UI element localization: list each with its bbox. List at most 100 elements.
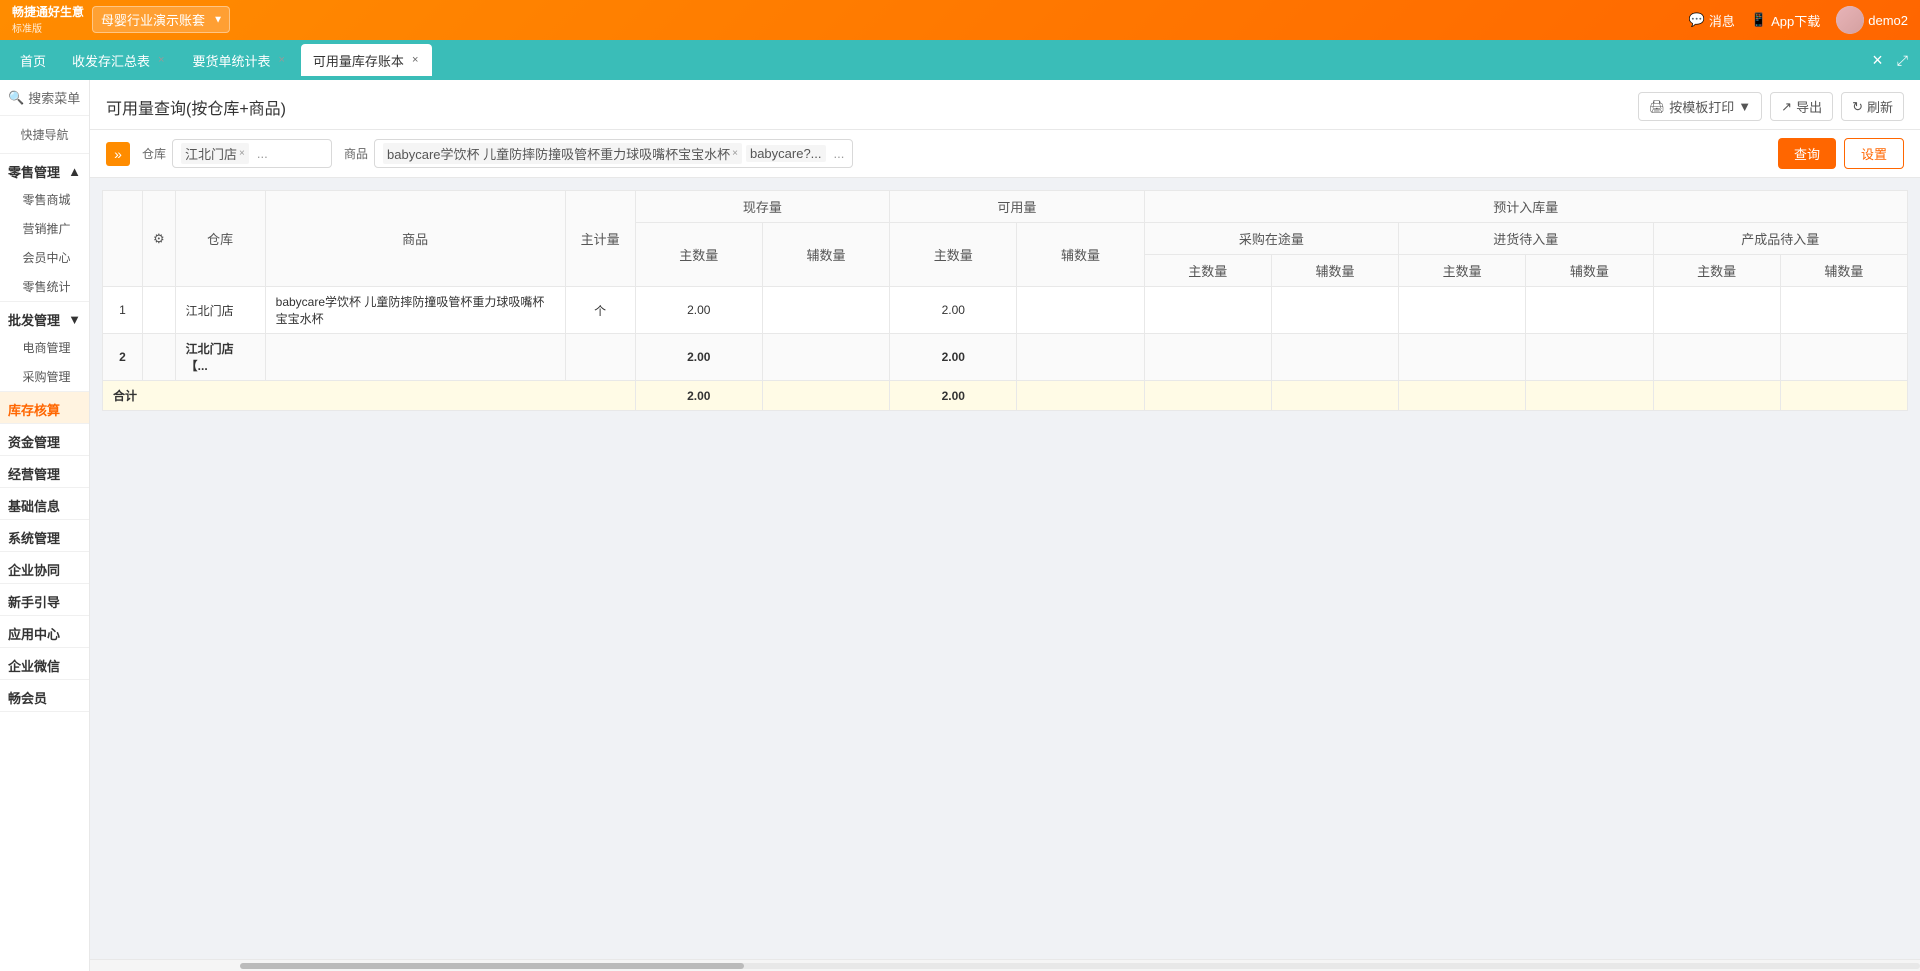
product-tag-value1: babycare学饮杯 儿童防摔防撞吸管杯重力球吸嘴杯宝宝水杯: [387, 144, 730, 163]
sidebar-section-wechat-header[interactable]: 企业微信: [0, 648, 89, 679]
tab-receipts-label: 收发存汇总表: [72, 51, 150, 70]
sidebar-section-enterprise-label: 企业协同: [8, 560, 60, 579]
warehouse-filter-input[interactable]: 江北门店 × ...: [172, 139, 332, 168]
sidebar-item-purchase[interactable]: 采购管理: [0, 362, 89, 391]
top-bar-right: 💬 消息 📱 App下载 demo2: [1689, 6, 1908, 34]
avatar-image: [1836, 6, 1864, 34]
th-stock-main: 主数量: [635, 223, 762, 287]
sidebar-section-wechat-label: 企业微信: [8, 656, 60, 675]
sidebar-item-retail-mall[interactable]: 零售商城: [0, 185, 89, 214]
sidebar-section-wholesale-header[interactable]: 批发管理 ▼: [0, 302, 89, 333]
scroll-track: [240, 963, 1920, 969]
sidebar-section-operations-header[interactable]: 经营管理: [0, 456, 89, 487]
tab-receipts-close[interactable]: ×: [156, 54, 166, 66]
tab-home[interactable]: 首页: [8, 44, 58, 76]
sidebar-search-label: 搜索菜单: [28, 88, 80, 107]
sidebar-section-newbie: 新手引导: [0, 584, 89, 616]
warehouse-filter-tag: 江北门店 ×: [181, 143, 249, 164]
sidebar-item-members[interactable]: 会员中心: [0, 243, 89, 272]
product-filter-dots[interactable]: ...: [834, 146, 845, 161]
sidebar-section-member-header[interactable]: 畅会员: [0, 680, 89, 711]
total-avail-aux: [1017, 381, 1144, 411]
settings-btn[interactable]: 设置: [1844, 138, 1904, 169]
sidebar-section-operations-label: 经营管理: [8, 464, 60, 483]
sidebar-item-ecommerce[interactable]: 电商管理: [0, 333, 89, 362]
industry-selector[interactable]: 母婴行业演示账套 ▼: [92, 6, 230, 33]
message-btn[interactable]: 💬 消息: [1689, 11, 1735, 30]
logo-text: 畅捷通好生意: [12, 5, 84, 19]
tab-order-stats-label: 要货单统计表: [192, 51, 270, 70]
tab-available-stock[interactable]: 可用量库存账本 ×: [301, 44, 432, 76]
sidebar-section-newbie-header[interactable]: 新手引导: [0, 584, 89, 615]
sidebar-item-retail-stats[interactable]: 零售统计: [0, 272, 89, 301]
cell-transit-main-2: [1144, 334, 1271, 381]
dropdown-arrow-icon: ▼: [213, 14, 223, 25]
message-icon: 💬: [1689, 12, 1705, 28]
sidebar-section-newbie-label: 新手引导: [8, 592, 60, 611]
filter-expand-btn[interactable]: »: [106, 142, 130, 166]
user-profile[interactable]: demo2: [1836, 6, 1908, 34]
sidebar-section-enterprise-header[interactable]: 企业协同: [0, 552, 89, 583]
sidebar-item-quick-nav[interactable]: 快捷导航: [4, 120, 85, 149]
sidebar-section-finance-header[interactable]: 资金管理: [0, 424, 89, 455]
sidebar-section-basic-header[interactable]: 基础信息: [0, 488, 89, 519]
sidebar-section-wholesale-label: 批发管理: [8, 310, 60, 329]
total-finished-aux: [1780, 381, 1907, 411]
cell-avail-main-2: 2.00: [890, 334, 1017, 381]
product-tag1-close[interactable]: ×: [732, 148, 738, 159]
th-current-stock: 现存量: [635, 191, 889, 223]
expand-btn[interactable]: ⤢: [1893, 52, 1912, 69]
sidebar-section-inventory-header[interactable]: 库存核算: [0, 392, 89, 423]
scroll-thumb[interactable]: [240, 963, 744, 969]
total-stock-main: 2.00: [635, 381, 762, 411]
total-label: 合计: [103, 381, 636, 411]
sidebar-section-retail: 零售管理 ▲ 零售商城 营销推广 会员中心 零售统计: [0, 154, 89, 302]
close-all-tabs-btn[interactable]: ×: [1864, 50, 1891, 71]
table-container[interactable]: ⚙ 仓库 商品 主计量 现存量: [90, 178, 1920, 959]
cell-product-1: babycare学饮杯 儿童防摔防撞吸管杯重力球吸嘴杯宝宝水杯: [265, 287, 565, 334]
sidebar-section-apps-header[interactable]: 应用中心: [0, 616, 89, 647]
cell-product-2: [265, 334, 565, 381]
warehouse-filter-dots[interactable]: ...: [257, 146, 268, 161]
sidebar-section-basic: 基础信息: [0, 488, 89, 520]
warehouse-tag-close[interactable]: ×: [239, 148, 245, 159]
th-settings[interactable]: ⚙: [143, 191, 176, 287]
app-download-btn[interactable]: 📱 App下载: [1751, 11, 1820, 30]
sidebar-section-operations: 经营管理: [0, 456, 89, 488]
refresh-btn[interactable]: ↻ 刷新: [1841, 92, 1904, 121]
export-btn[interactable]: ↗ 导出: [1770, 92, 1833, 121]
tab-available-stock-close[interactable]: ×: [410, 54, 420, 66]
product-filter-label: 商品: [344, 145, 368, 162]
settings-icon[interactable]: ⚙: [153, 231, 165, 246]
bottom-scroll[interactable]: [90, 959, 1920, 971]
cell-transit-aux-2: [1271, 334, 1398, 381]
tab-receipts[interactable]: 收发存汇总表 ×: [60, 44, 178, 76]
product-filter-tag1: babycare学饮杯 儿童防摔防撞吸管杯重力球吸嘴杯宝宝水杯 ×: [383, 143, 742, 164]
cell-settings-2: [143, 334, 176, 381]
cell-index-2: 2: [103, 334, 143, 381]
sidebar-section-retail-label: 零售管理: [8, 162, 60, 181]
sidebar: 🔍 搜索菜单 快捷导航 零售管理 ▲ 零售商城 营销推广 会员中心 零售统计 批…: [0, 80, 90, 971]
sidebar-section-system: 系统管理: [0, 520, 89, 552]
query-btn[interactable]: 查询: [1778, 138, 1836, 169]
sidebar-section-retail-header[interactable]: 零售管理 ▲: [0, 154, 89, 185]
th-stock-aux: 辅数量: [762, 223, 889, 287]
logo-sub: 标准版: [12, 20, 84, 35]
th-inbound-main: 主数量: [1399, 255, 1526, 287]
page-actions: 🖨 按模板打印 ▼ ↗ 导出 ↻ 刷新: [1638, 92, 1904, 121]
sidebar-section-member-label: 畅会员: [8, 688, 47, 707]
nav-tabs: 首页 收发存汇总表 × 要货单统计表 × 可用量库存账本 × × ⤢: [0, 40, 1920, 80]
sidebar-search[interactable]: 🔍 搜索菜单: [0, 80, 89, 116]
product-filter-input[interactable]: babycare学饮杯 儿童防摔防撞吸管杯重力球吸嘴杯宝宝水杯 × babyca…: [374, 139, 853, 168]
sidebar-section-system-header[interactable]: 系统管理: [0, 520, 89, 551]
template-print-btn[interactable]: 🖨 按模板打印 ▼: [1638, 92, 1762, 121]
tab-order-stats-close[interactable]: ×: [276, 54, 286, 66]
top-bar: 畅捷通好生意 标准版 母婴行业演示账套 ▼ 💬 消息 📱 App下载 demo2: [0, 0, 1920, 40]
sidebar-item-marketing[interactable]: 营销推广: [0, 214, 89, 243]
sidebar-section-apps: 应用中心: [0, 616, 89, 648]
tab-order-stats[interactable]: 要货单统计表 ×: [180, 44, 298, 76]
cell-avail-aux-2: [1017, 334, 1144, 381]
sidebar-nav: 快捷导航: [0, 116, 89, 154]
sidebar-section-basic-label: 基础信息: [8, 496, 60, 515]
data-table: ⚙ 仓库 商品 主计量 现存量: [102, 190, 1908, 411]
